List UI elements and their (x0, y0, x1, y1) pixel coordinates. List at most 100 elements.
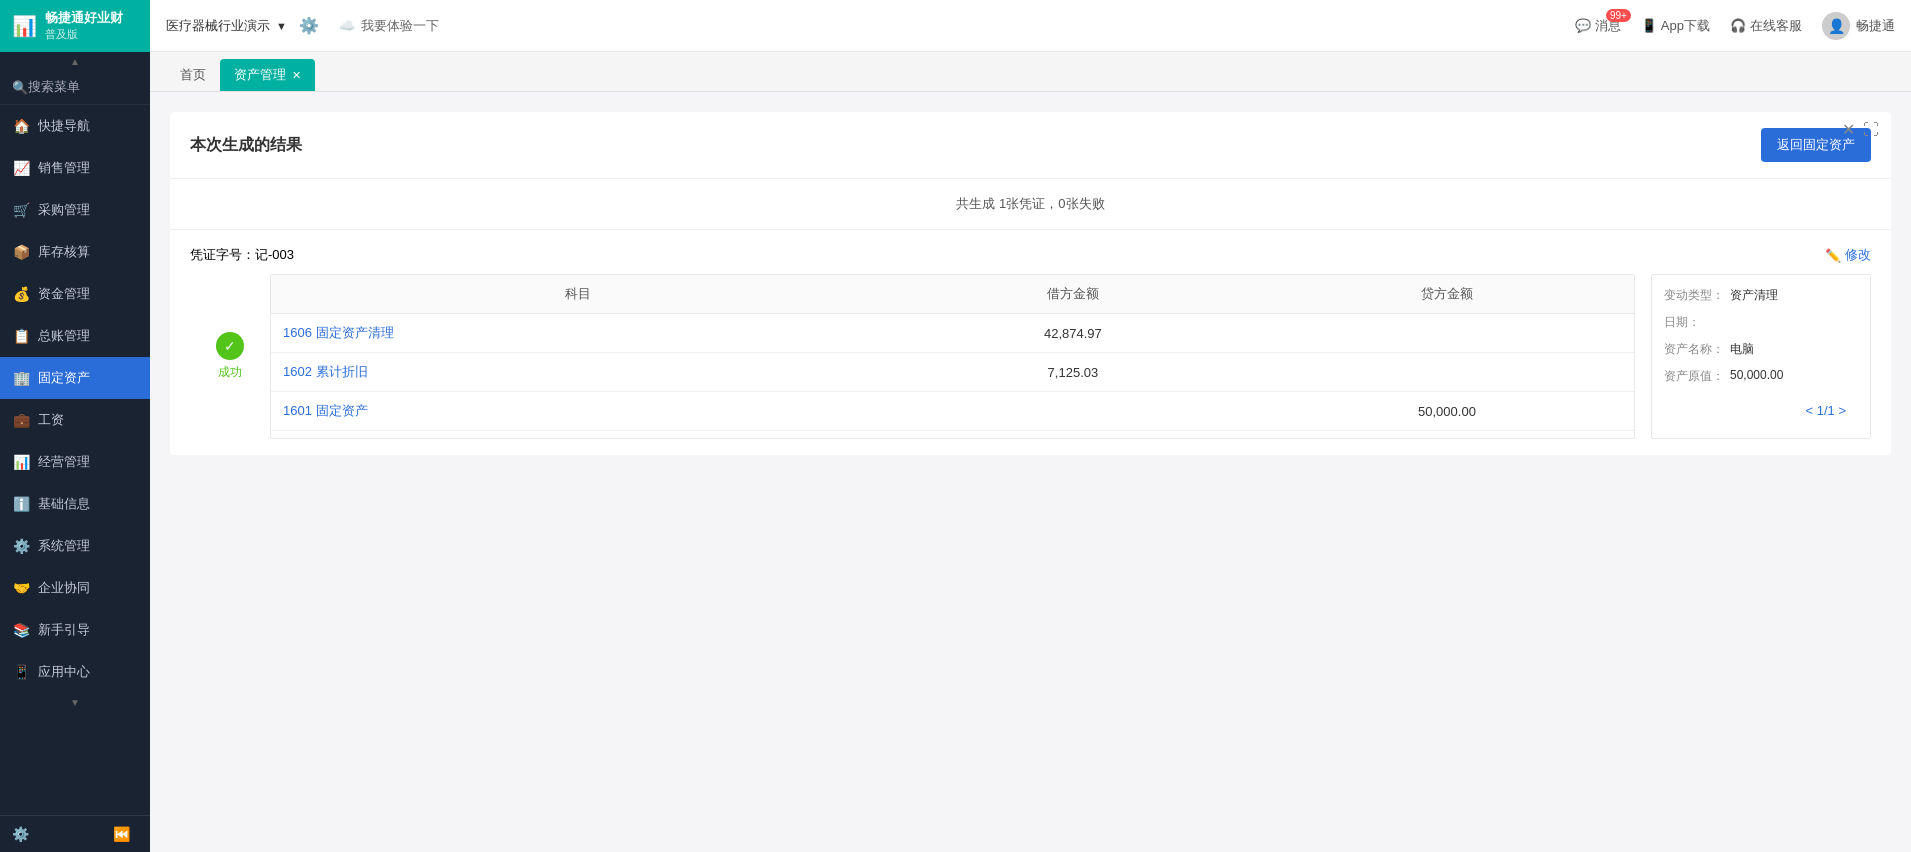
ledger-icon: 📋 (12, 328, 30, 344)
sidebar-item-label: 库存核算 (38, 243, 90, 261)
sidebar-item-capital[interactable]: 💰 资金管理 (0, 273, 150, 315)
subject-name-link[interactable]: 累计折旧 (316, 364, 368, 379)
app-download-button[interactable]: 📱 App下载 (1641, 17, 1710, 35)
sidebar-item-app-center[interactable]: 📱 应用中心 (0, 651, 150, 693)
company-selector[interactable]: 医疗器械行业演示 ▼ (166, 17, 287, 35)
subject-cell: 1602 累计折旧 (271, 353, 886, 392)
tab-close-icon[interactable]: ✕ (292, 69, 301, 82)
side-panel-date: 日期： (1664, 314, 1858, 331)
tab-asset-mgmt[interactable]: 资产管理 ✕ (220, 59, 315, 91)
pagination-info: 1/1 (1817, 403, 1839, 418)
sidebar-item-search[interactable]: 🔍 搜索菜单 (0, 70, 150, 105)
sidebar-item-label: 企业协同 (38, 579, 90, 597)
sidebar-item-fixed-assets[interactable]: 🏢 固定资产 (0, 357, 150, 399)
sidebar-item-label: 工资 (38, 411, 64, 429)
status-circle: ✓ (216, 332, 244, 360)
voucher-number: 凭证字号：记-003 (190, 246, 294, 264)
user-menu[interactable]: 👤 畅捷通 (1822, 12, 1895, 40)
subject-link[interactable]: 1606 (283, 325, 312, 340)
service-icon: 🎧 (1730, 18, 1746, 33)
close-icon[interactable]: ✕ (1842, 120, 1855, 139)
gear-icon[interactable]: ⚙️ (299, 16, 319, 35)
sidebar-item-label: 基础信息 (38, 495, 90, 513)
sidebar-item-sales[interactable]: 📈 销售管理 (0, 147, 150, 189)
settings-icon[interactable]: ⚙️ (12, 826, 29, 842)
change-type-label: 变动类型： (1664, 287, 1724, 304)
sidebar-item-label: 系统管理 (38, 537, 90, 555)
sidebar-item-system[interactable]: ⚙️ 系统管理 (0, 525, 150, 567)
sidebar-logo: 📊 畅捷通好业财 普及版 (0, 0, 150, 52)
col-debit: 借方金额 (886, 275, 1260, 314)
debit-cell: 42,874.97 (886, 314, 1260, 353)
side-panel-asset-value: 资产原值： 50,000.00 (1664, 368, 1858, 385)
tab-home[interactable]: 首页 (166, 59, 220, 91)
subject-link[interactable]: 1601 (283, 403, 312, 418)
col-credit: 贷方金额 (1260, 275, 1634, 314)
message-icon: 💬 (1575, 18, 1591, 33)
edit-button[interactable]: ✏️ 修改 (1825, 246, 1871, 264)
app-edition: 普及版 (45, 27, 123, 42)
message-badge: 99+ (1606, 9, 1631, 22)
sidebar-item-basic-info[interactable]: ℹ️ 基础信息 (0, 483, 150, 525)
sidebar-scroll-down[interactable]: ▼ (70, 697, 80, 708)
sidebar-scroll-up[interactable]: ▲ (70, 56, 80, 67)
pagination: < 1/1 > (1664, 395, 1858, 426)
pagination-prev[interactable]: < (1806, 403, 1814, 418)
sidebar-item-quicknav[interactable]: 🏠 快捷导航 (0, 105, 150, 147)
experience-button[interactable]: ☁️ 我要体验一下 (339, 17, 439, 35)
system-icon: ⚙️ (12, 538, 30, 554)
summary-text: 共生成 1张凭证，0张失败 (956, 196, 1104, 211)
basic-info-icon: ℹ️ (12, 496, 30, 512)
sidebar-item-ledger[interactable]: 📋 总账管理 (0, 315, 150, 357)
beginner-icon: 📚 (12, 622, 30, 638)
subject-link[interactable]: 1602 (283, 364, 312, 379)
purchase-icon: 🛒 (12, 202, 30, 218)
experience-text: 我要体验一下 (361, 17, 439, 35)
cloud-icon: ☁️ (339, 18, 355, 33)
sidebar-item-inventory[interactable]: 📦 库存核算 (0, 231, 150, 273)
credit-cell (1260, 314, 1634, 353)
credit-cell: 50,000.00 (1260, 392, 1634, 431)
asset-name-label: 资产名称： (1664, 341, 1724, 358)
table-row: 1606 固定资产清理 42,874.97 (271, 314, 1634, 353)
sidebar-item-label: 经营管理 (38, 453, 90, 471)
sidebar-item-purchase[interactable]: 🛒 采购管理 (0, 189, 150, 231)
subject-cell: 1601 固定资产 (271, 392, 886, 431)
sidebar-item-enterprise[interactable]: 🤝 企业协同 (0, 567, 150, 609)
page-title: 本次生成的结果 (190, 135, 302, 156)
sales-icon: 📈 (12, 160, 30, 176)
sidebar-item-label: 资金管理 (38, 285, 90, 303)
avatar-icon: 👤 (1828, 18, 1845, 34)
app-download-label: App下载 (1661, 17, 1710, 35)
side-panel-change-type: 变动类型： 资产清理 (1664, 287, 1858, 304)
company-name: 医疗器械行业演示 (166, 17, 270, 35)
sidebar-item-label: 快捷导航 (38, 117, 90, 135)
voucher-status: ✓ 成功 (190, 274, 270, 439)
sidebar-item-payroll[interactable]: 💼 工资 (0, 399, 150, 441)
sidebar: 📊 畅捷通好业财 普及版 ▲ 🔍 搜索菜单 🏠 快捷导航 📈 销售管理 🛒 采购… (0, 0, 150, 852)
topbar-right: 💬 消息 99+ 📱 App下载 🎧 在线客服 👤 畅捷通 (1575, 12, 1895, 40)
voucher-table: 科目 借方金额 贷方金额 1606 固 (271, 275, 1634, 431)
sidebar-item-label: 销售管理 (38, 159, 90, 177)
fixed-assets-icon: 🏢 (12, 370, 30, 386)
subject-name-link[interactable]: 固定资产 (316, 403, 368, 418)
result-panel: ✕ ⛶ 本次生成的结果 返回固定资产 共生成 1张凭证，0张失败 凭证字号：记-… (170, 112, 1891, 455)
pagination-next[interactable]: > (1838, 403, 1846, 418)
sidebar-item-label: 采购管理 (38, 201, 90, 219)
topbar: 医疗器械行业演示 ▼ ⚙️ ☁️ 我要体验一下 💬 消息 99+ 📱 App下载… (150, 0, 1911, 52)
sidebar-item-label: 总账管理 (38, 327, 90, 345)
voucher-section: 凭证字号：记-003 ✏️ 修改 ✓ 成功 (170, 230, 1891, 455)
col-subject: 科目 (271, 275, 886, 314)
collapse-icon[interactable]: ⏮️ (113, 826, 130, 842)
online-service-button[interactable]: 🎧 在线客服 (1730, 17, 1802, 35)
change-type-value: 资产清理 (1730, 287, 1778, 304)
maximize-icon[interactable]: ⛶ (1863, 121, 1879, 139)
sidebar-item-operations[interactable]: 📊 经营管理 (0, 441, 150, 483)
app-download-icon: 📱 (1641, 18, 1657, 33)
app-name: 畅捷通好业财 (45, 10, 123, 27)
sidebar-item-beginner[interactable]: 📚 新手引导 (0, 609, 150, 651)
subject-name-link[interactable]: 固定资产清理 (316, 325, 394, 340)
sidebar-bottom: ⚙️ ⏮️ (0, 815, 150, 852)
side-panel: 变动类型： 资产清理 日期： 资产名称： 电脑 资产原值： (1651, 274, 1871, 439)
message-button[interactable]: 💬 消息 99+ (1575, 17, 1621, 35)
